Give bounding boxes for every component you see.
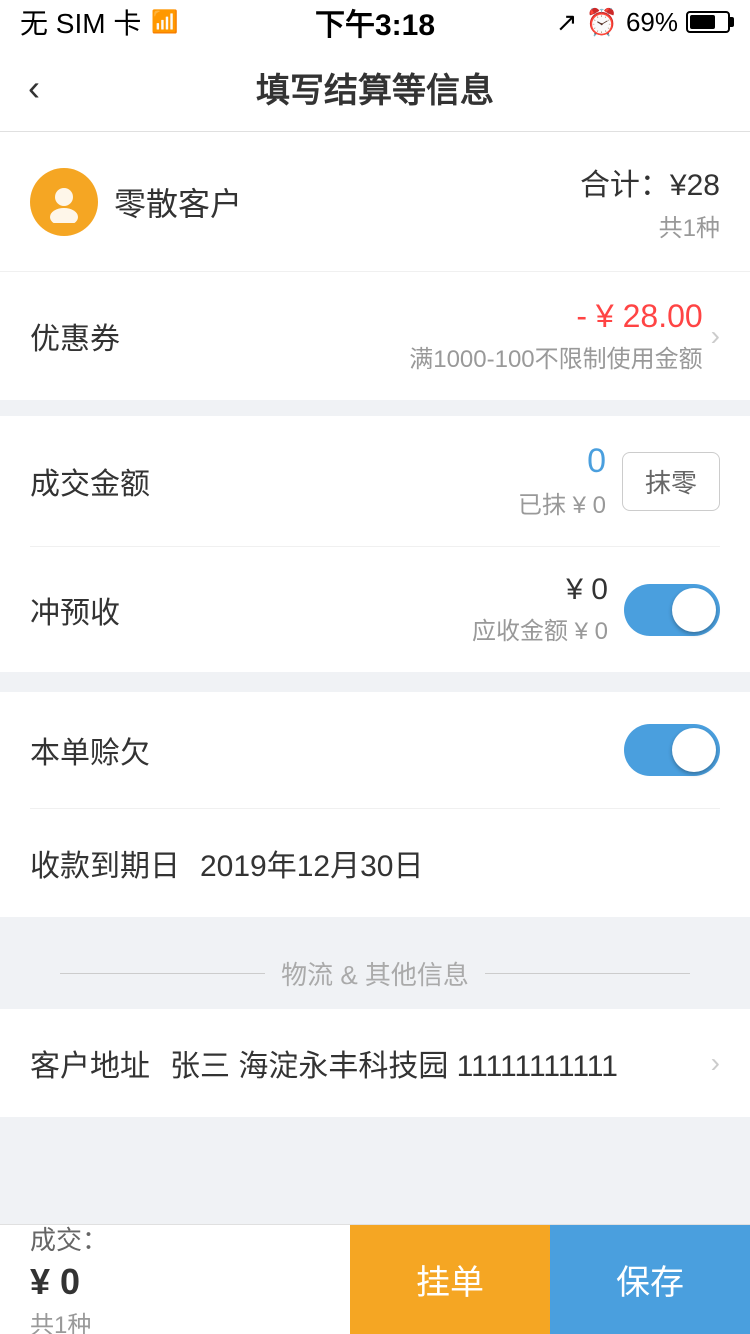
bottom-buttons: 挂单 保存: [350, 1225, 750, 1334]
customer-left: 零散客户: [30, 168, 242, 236]
hangup-button[interactable]: 挂单: [350, 1225, 550, 1334]
customer-name: 零散客户: [114, 179, 242, 225]
transaction-label: 成交金额: [30, 459, 150, 503]
address-section: 客户地址 张三 海淀永丰科技园 11111111111 ›: [0, 1009, 750, 1117]
amount-section: 成交金额 0 已抹 ¥ 0 抹零 冲预收 ¥ 0 应收金额 ¥ 0: [0, 416, 750, 672]
credit-section: 本单赊欠: [0, 692, 750, 808]
divider-line-left: [60, 973, 265, 974]
logistics-divider: 物流 & 其他信息: [0, 955, 750, 992]
coupon-row[interactable]: 优惠券 - ¥ 28.00 满1000-100不限制使用金额 ›: [0, 271, 750, 400]
total-amount: 合计：¥28: [580, 160, 720, 204]
address-row[interactable]: 客户地址 张三 海淀永丰科技园 11111111111 ›: [30, 1009, 720, 1117]
credit-label: 本单赊欠: [30, 728, 150, 772]
avatar-icon: [43, 181, 85, 223]
logistics-text: 物流 & 其他信息: [281, 955, 469, 992]
location-icon: ↗: [556, 7, 578, 38]
coupon-right: - ¥ 28.00 满1000-100不限制使用金额 ›: [409, 298, 720, 374]
credit-toggle[interactable]: [624, 724, 720, 776]
toggle-knob: [672, 588, 716, 632]
transaction-sub: 已抹 ¥ 0: [518, 485, 606, 520]
transaction-value: 0: [518, 442, 606, 481]
status-time: 下午3:18: [315, 0, 435, 44]
save-button[interactable]: 保存: [550, 1225, 750, 1334]
alarm-icon: ⏰: [586, 7, 618, 38]
battery-percentage: 69%: [626, 7, 678, 38]
due-date-row: 收款到期日 2019年12月30日: [30, 808, 720, 917]
due-date-section: 收款到期日 2019年12月30日: [0, 808, 750, 917]
coupon-discount: - ¥ 28.00: [409, 298, 702, 335]
chevron-right-icon: ›: [711, 320, 720, 352]
customer-row: 零散客户 合计：¥28 共1种: [0, 132, 750, 271]
amount-row: 成交金额 0 已抹 ¥ 0 抹零: [30, 416, 720, 547]
bottom-left: 成交： ¥ 0 共1种: [0, 1220, 350, 1334]
total-count: 共1种: [580, 208, 720, 243]
coupon-content: - ¥ 28.00 满1000-100不限制使用金额: [409, 298, 702, 374]
prepaid-main-value: ¥ 0: [472, 573, 608, 607]
status-left: 无 SIM 卡 📶: [20, 2, 179, 42]
prepaid-label: 冲预收: [30, 588, 120, 632]
main-content: 零散客户 合计：¥28 共1种 优惠券 - ¥ 28.00 满1000-100不…: [0, 132, 750, 1317]
status-bar: 无 SIM 卡 📶 下午3:18 ↗ ⏰ 69%: [0, 0, 750, 44]
due-date-label: 收款到期日: [30, 841, 180, 885]
prepaid-row: 冲预收 ¥ 0 应收金额 ¥ 0: [30, 547, 720, 672]
prepaid-toggle[interactable]: [624, 584, 720, 636]
section-separator-1: [0, 672, 750, 692]
nav-bar: ‹ 填写结算等信息: [0, 44, 750, 132]
prepaid-sub-value: 应收金额 ¥ 0: [472, 611, 608, 646]
address-label: 客户地址: [30, 1041, 150, 1085]
bottom-deal-amount: ¥ 0: [30, 1261, 320, 1303]
section-separator-2: [0, 917, 750, 937]
amount-value-col: 0 已抹 ¥ 0: [518, 442, 606, 520]
round-zero-button[interactable]: 抹零: [622, 452, 720, 511]
logistics-section: 物流 & 其他信息: [0, 937, 750, 1009]
credit-row: 本单赊欠: [30, 692, 720, 808]
coupon-label: 优惠券: [30, 314, 120, 358]
back-button[interactable]: ‹: [28, 67, 40, 109]
prepaid-right: ¥ 0 应收金额 ¥ 0: [472, 573, 720, 646]
prepaid-value-col: ¥ 0 应收金额 ¥ 0: [472, 573, 608, 646]
customer-section: 零散客户 合计：¥28 共1种 优惠券 - ¥ 28.00 满1000-100不…: [0, 132, 750, 400]
battery-icon: [686, 11, 730, 33]
customer-avatar: [30, 168, 98, 236]
bottom-bar: 成交： ¥ 0 共1种 挂单 保存: [0, 1224, 750, 1334]
page-title: 填写结算等信息: [256, 63, 494, 112]
bottom-count: 共1种: [30, 1305, 320, 1334]
wifi-icon: 📶: [151, 9, 178, 35]
address-chevron-icon: ›: [711, 1047, 720, 1079]
amount-right: 0 已抹 ¥ 0 抹零: [518, 442, 720, 520]
bottom-deal-label: 成交：: [30, 1220, 320, 1257]
due-date-value: 2019年12月30日: [200, 841, 423, 885]
divider-line-right: [485, 973, 690, 974]
status-right: ↗ ⏰ 69%: [556, 7, 730, 38]
address-value: 张三 海淀永丰科技园 11111111111: [170, 1041, 711, 1085]
customer-right: 合计：¥28 共1种: [580, 160, 720, 243]
credit-toggle-knob: [672, 728, 716, 772]
coupon-description: 满1000-100不限制使用金额: [409, 339, 702, 374]
carrier-text: 无 SIM 卡: [20, 2, 141, 42]
